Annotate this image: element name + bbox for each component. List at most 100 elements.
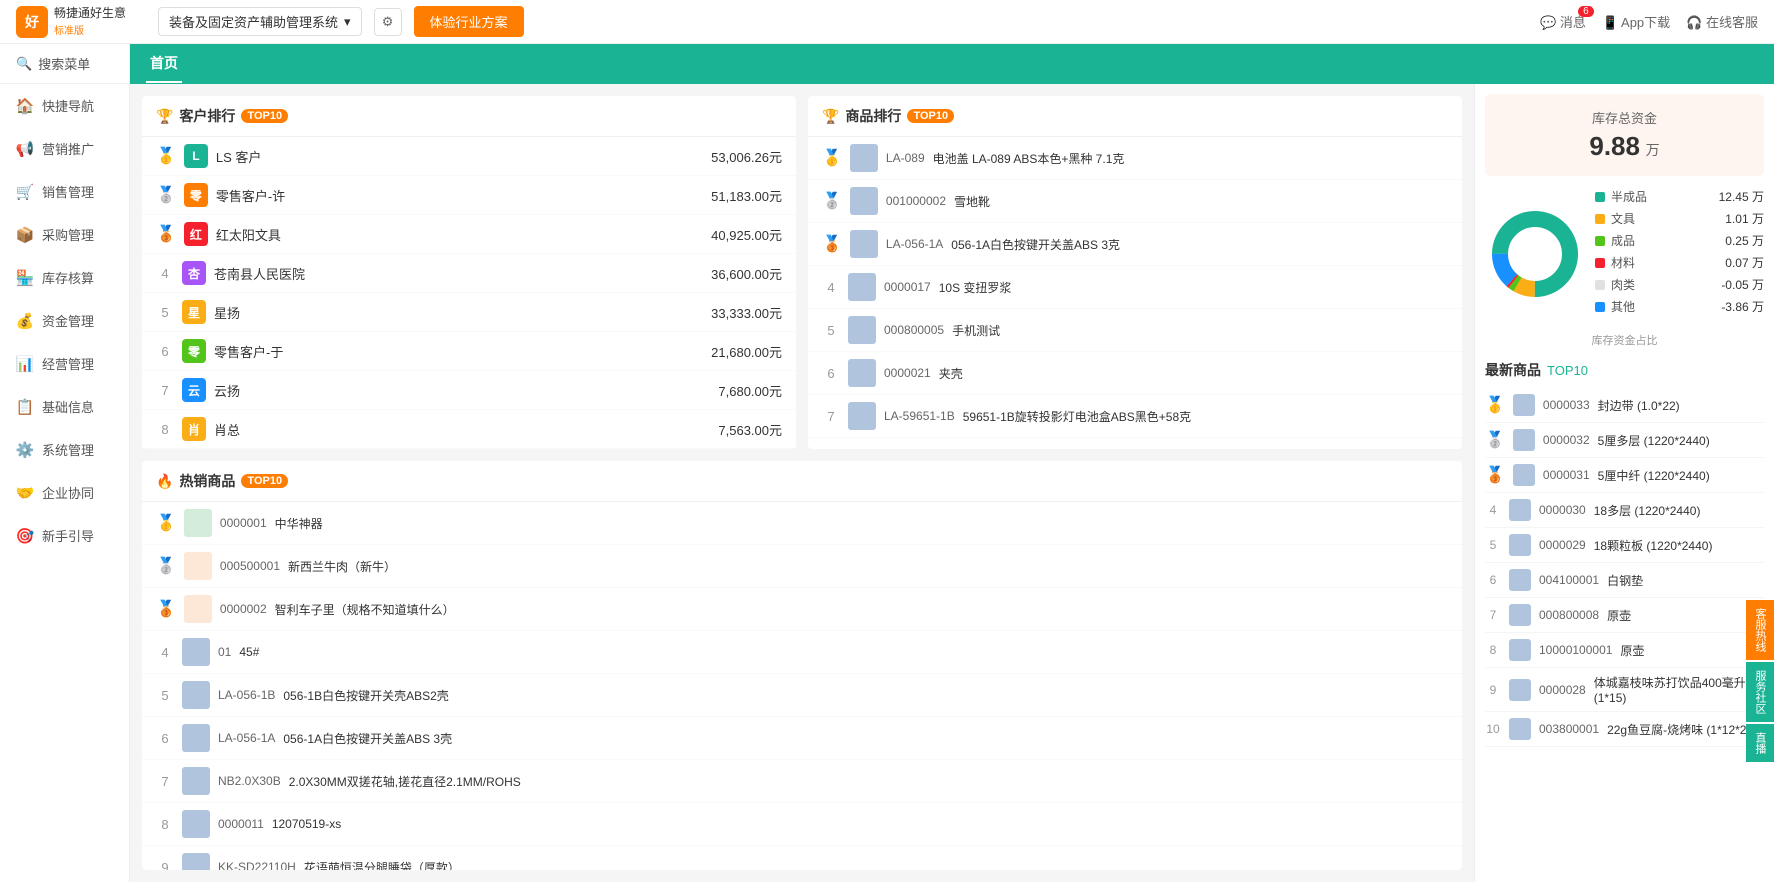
online-service-label: 在线客服 (1706, 15, 1758, 30)
sidebar-item-operation[interactable]: 📊 经营管理 (0, 342, 129, 385)
latest-product-image (1509, 718, 1531, 740)
sidebar: 🔍 搜索菜单 🏠 快捷导航 📢 营销推广 🛒 销售管理 📦 采购管理 🏪 库存核… (0, 44, 130, 882)
customer-amount: 21,680.00元 (711, 342, 782, 361)
sidebar-item-marketing[interactable]: 📢 营销推广 (0, 127, 129, 170)
avatar: 零 (182, 339, 206, 363)
content-area: 首页 🏆 客户排行 TOP10 🥇 (130, 44, 1774, 882)
sidebar-item-purchase[interactable]: 📦 采购管理 (0, 213, 129, 256)
latest-product-image (1513, 394, 1535, 416)
latest-product-row: 5 0000029 18颗粒板 (1220*2440) (1485, 528, 1764, 563)
legend-value: 0.07 万 (1725, 254, 1764, 271)
search-icon: 🔍 (16, 56, 32, 72)
rank-number: 4 (156, 266, 174, 281)
customer-service-button[interactable]: 客服热线 (1746, 600, 1774, 660)
app-download-label: App下载 (1621, 15, 1670, 30)
product-image (848, 359, 876, 387)
customer-name: 云扬 (214, 381, 710, 400)
customer-rank-row: 4 杏 苍南县人民医院 36,600.00元 (142, 254, 796, 293)
inventory-label: 库存总资金 (1499, 108, 1750, 127)
product-image (184, 509, 212, 537)
rank-number: 4 (1485, 503, 1501, 517)
collab-icon: 🤝 (16, 484, 34, 502)
product-rank-row: 🥉 LA-056-1A 056-1A白色按键开关盖ABS 3克 (808, 223, 1462, 266)
support-label-1: 客服热线 (1754, 608, 1766, 652)
latest-code: 003800001 (1539, 722, 1599, 736)
legend-item: 文具 1.01 万 (1595, 210, 1764, 227)
main-panels: 🏆 客户排行 TOP10 🥇 L LS 客户 53,006.26元 � (130, 84, 1474, 882)
latest-name: 原壶 (1620, 642, 1764, 659)
sidebar-item-collab[interactable]: 🤝 企业协同 (0, 471, 129, 514)
system-selector[interactable]: 装备及固定资产辅助管理系统 ▾ (158, 7, 362, 36)
search-menu[interactable]: 🔍 搜索菜单 (0, 44, 129, 84)
legend-value: 0.25 万 (1725, 232, 1764, 249)
product-name: 花语萌恒温分腿睡袋（厚款） (304, 859, 1448, 871)
rank-number: 5 (156, 688, 174, 703)
latest-name: 18多层 (1220*2440) (1594, 502, 1764, 519)
sidebar-label-purchase: 采购管理 (42, 225, 94, 244)
online-service-button[interactable]: 🎧 在线客服 (1686, 12, 1758, 31)
hot-top10-badge: TOP10 (241, 474, 288, 488)
sidebar-item-system[interactable]: ⚙️ 系统管理 (0, 428, 129, 471)
latest-code: 10000100001 (1539, 643, 1612, 657)
latest-products-title: 最新商品 TOP10 (1485, 360, 1764, 380)
product-image (182, 810, 210, 838)
sidebar-label-finance: 资金管理 (42, 311, 94, 330)
inventory-unit: 万 (1646, 142, 1660, 158)
latest-code: 0000032 (1543, 433, 1590, 447)
product-name: 056-1B白色按键开关壳ABS2壳 (283, 687, 1448, 704)
product-code: 0000021 (884, 366, 931, 380)
customer-rank-row: 🥈 零 零售客户-许 51,183.00元 (142, 176, 796, 215)
notification-button[interactable]: 💬 消息 6 (1540, 12, 1586, 31)
app-download-button[interactable]: 📱 App下载 (1602, 12, 1670, 31)
rank-number: 5 (156, 305, 174, 320)
sidebar-item-finance[interactable]: 💰 资金管理 (0, 299, 129, 342)
rank-number: 8 (1485, 643, 1501, 657)
legend-value: -0.05 万 (1721, 276, 1764, 293)
product-code: 0000002 (220, 602, 267, 616)
rank-number: 4 (156, 645, 174, 660)
customer-amount: 7,563.00元 (718, 420, 782, 439)
product-name: 雪地靴 (954, 193, 1448, 210)
product-rank-row: 4 0000017 10S 变扭罗浆 (808, 266, 1462, 309)
bronze-medal-icon: 🥉 (156, 224, 176, 244)
sidebar-item-inventory[interactable]: 🏪 库存核算 (0, 256, 129, 299)
sidebar-item-newbie[interactable]: 🎯 新手引导 (0, 514, 129, 557)
sidebar-label-quicknav: 快捷导航 (42, 96, 94, 115)
topbar-right: 💬 消息 6 📱 App下载 🎧 在线客服 (1540, 12, 1758, 31)
rank-number: 9 (156, 860, 174, 871)
rank-number: 8 (156, 422, 174, 437)
operation-icon: 📊 (16, 355, 34, 373)
product-name: 手机测试 (952, 322, 1448, 339)
product-code: LA-056-1A (886, 237, 943, 251)
customer-amount: 53,006.26元 (711, 147, 782, 166)
tab-home[interactable]: 首页 (146, 45, 182, 83)
live-button[interactable]: 直播 (1746, 724, 1774, 762)
latest-product-image (1513, 464, 1535, 486)
sidebar-item-basic-info[interactable]: 📋 基础信息 (0, 385, 129, 428)
latest-product-row: 7 000800008 原壶 (1485, 598, 1764, 633)
sidebar-item-sales[interactable]: 🛒 销售管理 (0, 170, 129, 213)
settings-button[interactable]: ⚙ (374, 8, 402, 36)
latest-name: 原壶 (1607, 607, 1764, 624)
customer-rank-row: 🥇 L LS 客户 53,006.26元 (142, 137, 796, 176)
product-code: 01 (218, 645, 231, 659)
inventory-total-card: 库存总资金 9.88 万 (1485, 94, 1764, 176)
product-image (848, 316, 876, 344)
inventory-icon: 🏪 (16, 269, 34, 287)
product-rank-row: 7 LA-59651-1B 59651-1B旋转投影灯电池盒ABS黑色+58克 (808, 395, 1462, 438)
trial-button[interactable]: 体验行业方案 (414, 6, 524, 37)
community-button[interactable]: 服务社区 (1746, 662, 1774, 722)
rank-number: 6 (156, 731, 174, 746)
marketing-icon: 📢 (16, 140, 34, 158)
customer-name: 苍南县人民医院 (214, 264, 703, 283)
floating-support: 客服热线 服务社区 直播 (1746, 600, 1774, 762)
product-name: 夹壳 (939, 365, 1448, 382)
latest-product-row: 6 004100001 白钢垫 (1485, 563, 1764, 598)
latest-name: 22g鱼豆腐-烧烤味 (1*12*20) (1607, 721, 1764, 738)
latest-product-row: 🥈 0000032 5厘多层 (1220*2440) (1485, 423, 1764, 458)
product-image (182, 681, 210, 709)
sidebar-item-quicknav[interactable]: 🏠 快捷导航 (0, 84, 129, 127)
latest-product-image (1509, 534, 1531, 556)
inventory-chart-section: 半成品 12.45 万 文具 1.01 万 成品 0.25 万 (1485, 188, 1764, 320)
silver-medal-icon: 🥈 (1485, 430, 1505, 450)
